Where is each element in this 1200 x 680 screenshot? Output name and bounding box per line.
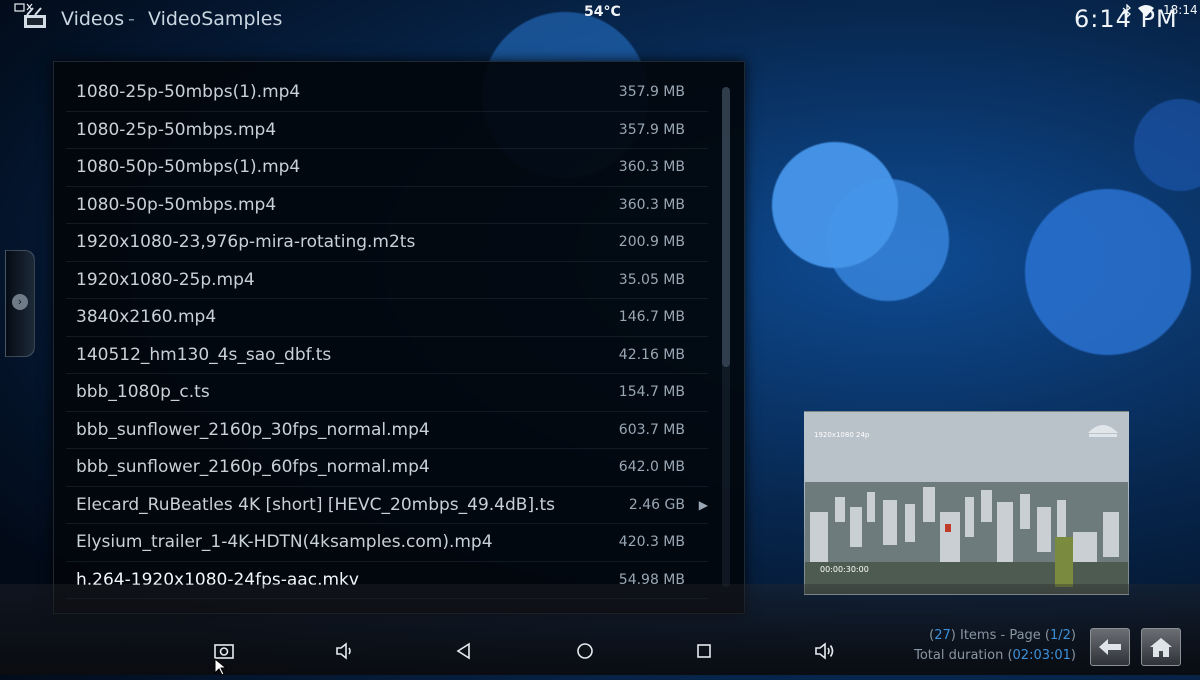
total-duration: 02:03:01 bbox=[1012, 648, 1071, 663]
page-indicator: 1/2 bbox=[1050, 628, 1071, 643]
play-arrow-icon: ▶ bbox=[698, 497, 708, 512]
wifi-icon bbox=[1138, 5, 1154, 17]
file-name: 140512_hm130_4s_sao_dbf.ts bbox=[76, 344, 332, 365]
file-name: 1920x1080-23,976p-mira-rotating.m2ts bbox=[76, 232, 416, 253]
volume-up-icon[interactable] bbox=[809, 636, 839, 666]
file-size: 146.7 MB bbox=[618, 309, 685, 326]
top-bar: Videos - VideoSamples 54°C 6:14 PM 18:14 bbox=[0, 0, 1200, 40]
square-recents-icon[interactable] bbox=[689, 636, 719, 666]
list-item[interactable]: 1080-50p-50mbps(1).mp4 360.3 MB bbox=[66, 149, 708, 187]
home-icon bbox=[1150, 638, 1172, 657]
file-name: Elysium_trailer_1-4K-HDTN(4ksamples.com)… bbox=[76, 532, 493, 553]
chevron-right-icon[interactable]: › bbox=[12, 294, 28, 310]
file-size: 2.46 GB bbox=[628, 496, 685, 513]
file-name: Elecard_RuBeatles 4K [short] [HEVC_20mbp… bbox=[76, 494, 556, 515]
file-size: 154.7 MB bbox=[618, 384, 685, 401]
file-size: 360.3 MB bbox=[618, 196, 685, 213]
list-item[interactable]: Elysium_trailer_1-4K-HDTN(4ksamples.com)… bbox=[66, 524, 708, 562]
file-size: 603.7 MB bbox=[618, 421, 685, 438]
items-count: 27 bbox=[934, 628, 951, 643]
list-item[interactable]: bbb_1080p_c.ts 154.7 MB bbox=[66, 374, 708, 412]
system-time: 18:14 bbox=[1163, 3, 1198, 17]
mouse-cursor-icon bbox=[214, 657, 228, 676]
temperature-readout: 54°C bbox=[584, 4, 621, 20]
file-size: 357.9 MB bbox=[618, 84, 685, 101]
file-size: 42.16 MB bbox=[618, 346, 685, 363]
file-size: 420.3 MB bbox=[618, 534, 685, 551]
file-name: 1080-50p-50mbps(1).mp4 bbox=[76, 157, 301, 178]
list-item[interactable]: bbb_sunflower_2160p_60fps_normal.mp4 642.… bbox=[66, 449, 708, 487]
file-name: 3840x2160.mp4 bbox=[76, 307, 217, 328]
file-size: 357.9 MB bbox=[618, 121, 685, 138]
triangle-back-icon[interactable] bbox=[449, 636, 479, 666]
total-duration-info: Total duration (02:03:01) bbox=[914, 648, 1076, 663]
list-item[interactable]: 1920x1080-23,976p-mira-rotating.m2ts 200.… bbox=[66, 224, 708, 262]
items-page-info: (27) Items - Page (1/2) bbox=[929, 628, 1076, 643]
list-item[interactable]: 1080-25p-50mbps(1).mp4 357.9 MB bbox=[66, 74, 708, 112]
home-button[interactable] bbox=[1141, 628, 1181, 666]
kodi-home-icon[interactable] bbox=[22, 6, 48, 30]
list-scrollbar[interactable] bbox=[722, 87, 730, 587]
list-item[interactable]: 1080-25p-50mbps.mp4 357.9 MB bbox=[66, 112, 708, 149]
preview-timestamp: 00:00:30:00 bbox=[820, 565, 869, 574]
list-item[interactable]: bbb_sunflower_2160p_30fps_normal.mp4 603.… bbox=[66, 412, 708, 449]
list-item[interactable]: 1920x1080-25p.mp4 35.05 MB bbox=[66, 262, 708, 299]
file-name: bbb_1080p_c.ts bbox=[76, 382, 210, 403]
list-item[interactable]: Elecard_RuBeatles 4K [short] [HEVC_20mbp… bbox=[66, 487, 708, 524]
list-item[interactable]: 140512_hm130_4s_sao_dbf.ts 42.16 MB bbox=[66, 337, 708, 374]
bluetooth-icon bbox=[1122, 4, 1131, 18]
file-size: 360.3 MB bbox=[618, 159, 685, 176]
file-size: 642.0 MB bbox=[618, 459, 685, 476]
breadcrumb-separator: - bbox=[128, 8, 135, 30]
circle-home-icon[interactable] bbox=[570, 636, 600, 666]
side-menu-tab[interactable]: › bbox=[5, 250, 35, 357]
file-size: 200.9 MB bbox=[618, 234, 685, 251]
back-button[interactable] bbox=[1090, 628, 1130, 666]
file-size: 35.05 MB bbox=[618, 271, 685, 288]
file-list-panel: 1080-25p-50mbps(1).mp4 357.9 MB 1080-25p-… bbox=[53, 61, 745, 614]
back-arrow-icon bbox=[1099, 639, 1121, 655]
breadcrumb-videos[interactable]: Videos bbox=[61, 8, 124, 30]
file-name: 1080-25p-50mbps(1).mp4 bbox=[76, 82, 301, 103]
video-preview-thumbnail: 1920x1080 24p 00:00:30:00 bbox=[804, 411, 1129, 595]
channel-logo-icon bbox=[1085, 417, 1121, 441]
file-name: 1080-50p-50mbps.mp4 bbox=[76, 194, 277, 215]
list-item[interactable]: 3840x2160.mp4 146.7 MB bbox=[66, 299, 708, 337]
list-item[interactable]: 1080-50p-50mbps.mp4 360.3 MB bbox=[66, 187, 708, 224]
preview-resolution-label: 1920x1080 24p bbox=[814, 431, 870, 439]
file-name: bbb_sunflower_2160p_60fps_normal.mp4 bbox=[76, 457, 430, 478]
file-list[interactable]: 1080-25p-50mbps(1).mp4 357.9 MB 1080-25p-… bbox=[66, 74, 708, 599]
breadcrumb-videosamples: VideoSamples bbox=[148, 8, 283, 30]
file-name: 1080-25p-50mbps.mp4 bbox=[76, 119, 277, 140]
volume-down-icon[interactable] bbox=[329, 636, 359, 666]
file-name: 1920x1080-25p.mp4 bbox=[76, 269, 255, 290]
file-name: bbb_sunflower_2160p_30fps_normal.mp4 bbox=[76, 419, 430, 440]
scrollbar-thumb[interactable] bbox=[722, 87, 730, 367]
